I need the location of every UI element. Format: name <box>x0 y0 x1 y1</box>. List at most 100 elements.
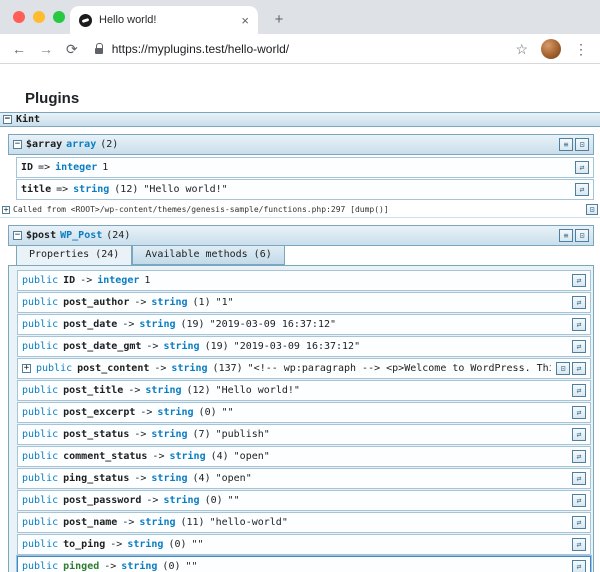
value-text: "Hello world!" <box>215 385 300 396</box>
kint-row[interactable]: public comment_status -> string (4) "ope… <box>17 446 591 467</box>
section-actions: ≡ ⊡ <box>559 229 589 242</box>
access-path-button[interactable]: ⇄ <box>572 472 586 485</box>
kint-row[interactable]: + public post_content -> string (137) "<… <box>17 358 591 379</box>
kint-row[interactable]: public post_date_gmt -> string (19) "201… <box>17 336 591 357</box>
kint-root-bar[interactable]: − Kint <box>0 112 600 127</box>
close-window-button[interactable] <box>13 11 25 23</box>
size-label: (137) <box>212 363 243 374</box>
access-path-button[interactable]: ⇄ <box>575 183 589 196</box>
bookmark-star-icon[interactable]: ☆ <box>515 42 528 56</box>
access-path-button[interactable]: ⇄ <box>572 516 586 529</box>
collapse-toggle-icon[interactable]: − <box>13 231 22 240</box>
kint-row[interactable]: ID => integer 1 ⇄ <box>16 157 594 178</box>
size-label: (0) <box>198 407 217 418</box>
access-path-button[interactable]: ⇄ <box>572 274 586 287</box>
operator: -> <box>140 407 153 418</box>
post-dump-section: − $post WP_Post (24) ≡ ⊡ Properties (24)… <box>8 225 594 572</box>
size-label: (7) <box>192 429 211 440</box>
kint-row[interactable]: public post_status -> string (7) "publis… <box>17 424 591 445</box>
tab-available-methods[interactable]: Available methods (6) <box>132 246 285 265</box>
access-path-button[interactable]: ⇄ <box>572 296 586 309</box>
access-modifier: public <box>22 275 59 286</box>
access-path-button[interactable]: ⇄ <box>572 494 586 507</box>
window-icon-button[interactable]: ⊡ <box>575 229 589 242</box>
property-name: post_status <box>63 429 130 440</box>
access-path-button[interactable]: ⇄ <box>572 340 586 353</box>
type-label: string <box>169 451 206 462</box>
new-tab-button[interactable]: + <box>270 11 288 28</box>
access-path-button[interactable]: ⇄ <box>572 384 586 397</box>
search-icon-button[interactable]: ≡ <box>559 229 573 242</box>
window-icon-button[interactable]: ⊡ <box>586 204 598 215</box>
operator: -> <box>122 517 135 528</box>
value-text: 1 <box>144 275 151 286</box>
section-actions: ≡ ⊡ <box>559 138 589 151</box>
type-label: string <box>151 297 188 308</box>
window-icon-button[interactable]: ⊡ <box>575 138 589 151</box>
access-path-button[interactable]: ⇄ <box>572 560 586 572</box>
access-path-button[interactable]: ⇄ <box>572 450 586 463</box>
type-label: string <box>139 319 176 330</box>
property-name: to_ping <box>63 539 106 550</box>
property-name: ping_status <box>63 473 130 484</box>
kint-row[interactable]: public pinged -> string (0) "" ⇄ <box>17 556 591 572</box>
collapse-toggle-icon[interactable]: − <box>13 140 22 149</box>
properties-panel: public ID -> integer 1 ⇄ public post_aut… <box>8 265 594 572</box>
type-label: string <box>127 539 164 550</box>
access-modifier: public <box>22 385 59 396</box>
expand-toggle-icon[interactable]: + <box>22 364 31 373</box>
access-path-button[interactable]: ⇄ <box>572 318 586 331</box>
access-modifier: public <box>22 341 59 352</box>
array-section-header[interactable]: − $array array (2) ≡ ⊡ <box>8 134 594 155</box>
kint-row[interactable]: public post_excerpt -> string (0) "" ⇄ <box>17 402 591 423</box>
back-button[interactable]: ← <box>12 42 26 56</box>
minimize-window-button[interactable] <box>33 11 45 23</box>
profile-avatar[interactable] <box>541 38 561 59</box>
browser-tab[interactable]: Hello world! × <box>70 6 258 34</box>
zoom-window-button[interactable] <box>53 11 65 23</box>
row-actions: ⇄ <box>575 183 589 196</box>
property-name: title <box>21 184 52 195</box>
row-actions: ⇄ <box>572 384 586 397</box>
tab-properties[interactable]: Properties (24) <box>16 246 133 266</box>
tab-favicon <box>79 13 92 27</box>
kint-row[interactable]: public post_date -> string (19) "2019-03… <box>17 314 591 335</box>
kint-row[interactable]: public post_name -> string (11) "hello-w… <box>17 512 591 533</box>
collapse-toggle-icon[interactable]: − <box>3 115 12 124</box>
tab-strip: Hello world! × + <box>0 0 600 34</box>
post-section-header[interactable]: − $post WP_Post (24) ≡ ⊡ <box>8 225 594 246</box>
browser-menu-icon[interactable]: ⋮ <box>574 42 588 56</box>
search-icon-button[interactable]: ≡ <box>559 138 573 151</box>
access-path-button[interactable]: ⇄ <box>572 406 586 419</box>
kint-row[interactable]: public post_password -> string (0) "" ⇄ <box>17 490 591 511</box>
access-path-button[interactable]: ⇄ <box>572 362 586 375</box>
access-modifier: public <box>22 407 59 418</box>
tab-title: Hello world! <box>99 14 157 26</box>
access-path-button[interactable]: ⇄ <box>575 161 589 174</box>
size-label: (11) <box>180 517 205 528</box>
type-label: integer <box>55 162 98 173</box>
kint-row[interactable]: public ID -> integer 1 ⇄ <box>17 270 591 291</box>
reload-button[interactable]: ⟳ <box>66 42 78 56</box>
access-path-button[interactable]: ⇄ <box>572 428 586 441</box>
kint-row[interactable]: title => string (12) "Hello world!" ⇄ <box>16 179 594 200</box>
tab-close-icon[interactable]: × <box>241 14 249 27</box>
kint-row[interactable]: public post_title -> string (12) "Hello … <box>17 380 591 401</box>
access-modifier: public <box>22 495 59 506</box>
row-actions: ⇄ <box>572 318 586 331</box>
expand-toggle-icon[interactable]: + <box>2 205 10 214</box>
kint-row[interactable]: public to_ping -> string (0) "" ⇄ <box>17 534 591 555</box>
access-modifier: public <box>22 473 59 484</box>
size-label: (1) <box>192 297 211 308</box>
row-actions: ⇄ <box>572 516 586 529</box>
kint-row[interactable]: public post_author -> string (1) "1" ⇄ <box>17 292 591 313</box>
kint-row[interactable]: public ping_status -> string (4) "open" … <box>17 468 591 489</box>
address-bar[interactable]: https://myplugins.test/hello-world/ <box>112 42 503 56</box>
type-label: string <box>157 407 194 418</box>
access-path-button[interactable]: ⇄ <box>572 538 586 551</box>
size-label: (12) <box>186 385 211 396</box>
row-actions: ⇄ <box>572 406 586 419</box>
type-label: string <box>139 517 176 528</box>
forward-button[interactable]: → <box>39 42 53 56</box>
window-icon-button[interactable]: ⊡ <box>556 362 570 375</box>
